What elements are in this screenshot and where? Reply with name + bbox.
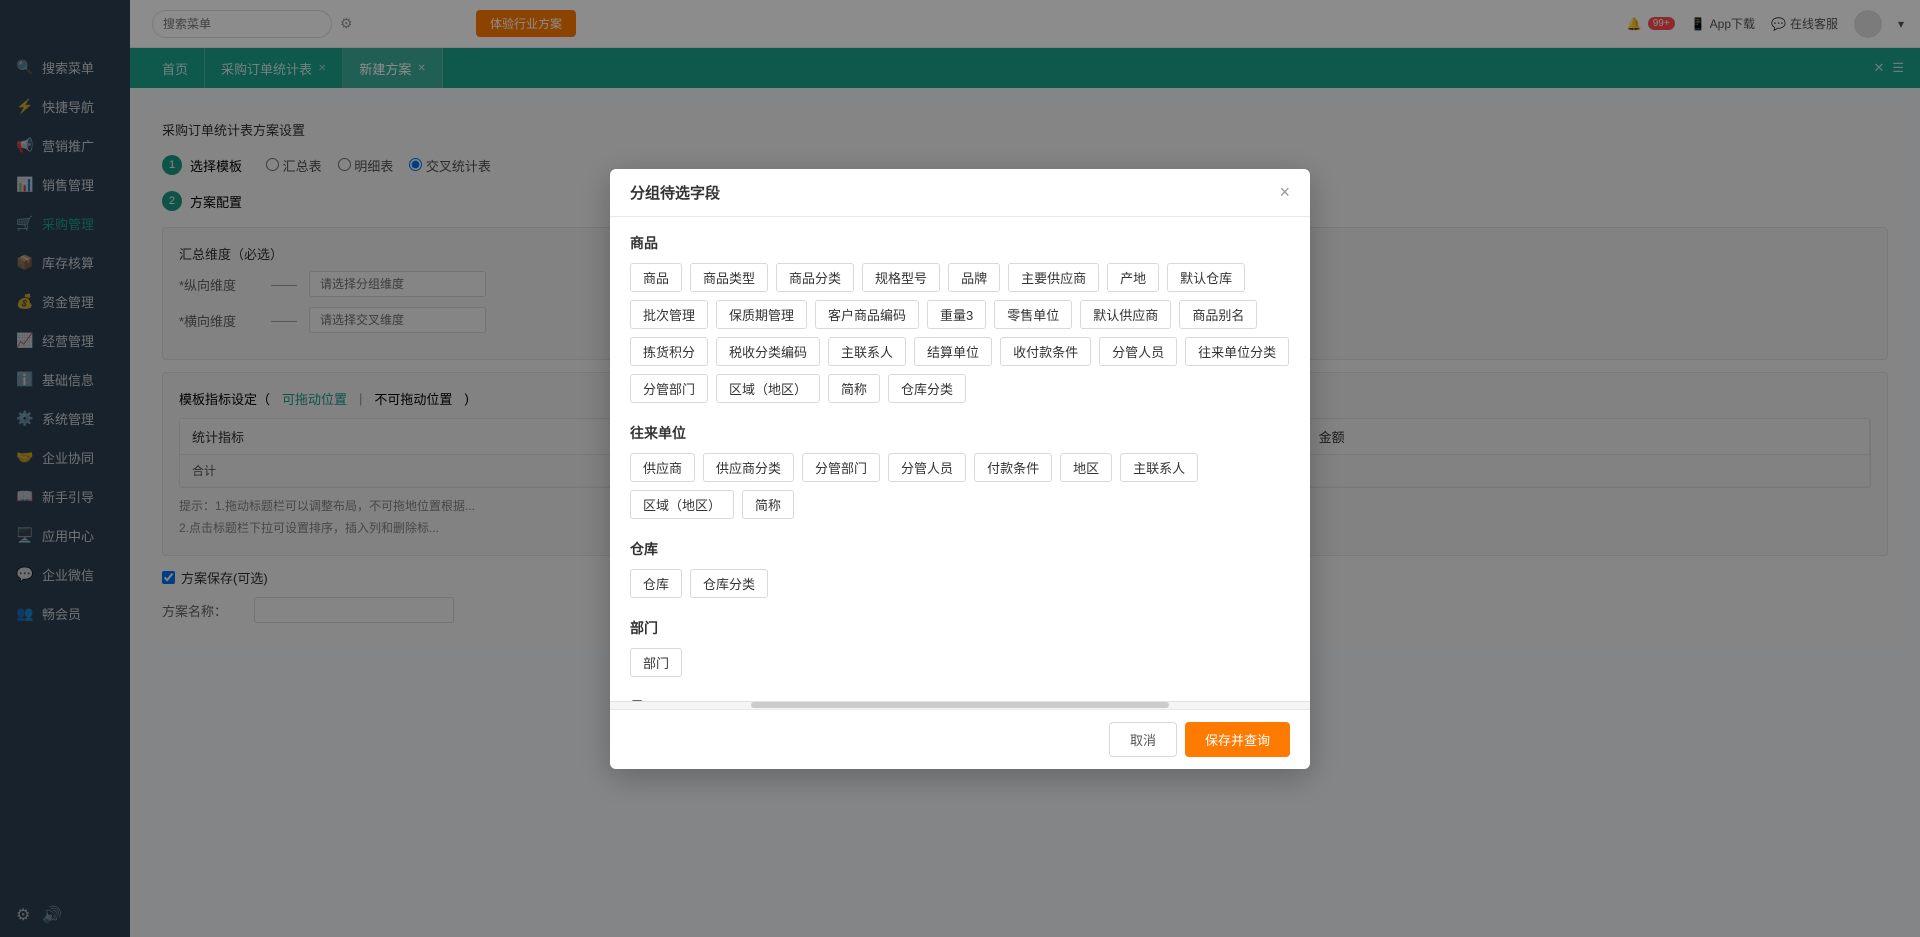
tag-product-17[interactable]: 主联系人 (828, 337, 906, 366)
tag-product-11[interactable]: 重量3 (927, 300, 986, 329)
tag-partner-6[interactable]: 主联系人 (1120, 453, 1198, 482)
tag-dept-0[interactable]: 部门 (630, 648, 682, 677)
tag-product-23[interactable]: 区域（地区） (716, 374, 820, 403)
tag-product-0[interactable]: 商品 (630, 263, 682, 292)
tag-product-4[interactable]: 品牌 (948, 263, 1000, 292)
tag-product-1[interactable]: 商品类型 (690, 263, 768, 292)
section-dept-title: 部门 (630, 618, 1290, 638)
tag-partner-8[interactable]: 简称 (742, 490, 794, 519)
tag-product-8[interactable]: 批次管理 (630, 300, 708, 329)
tag-partner-0[interactable]: 供应商 (630, 453, 695, 482)
section-partner: 往来单位 供应商 供应商分类 分管部门 分管人员 付款条件 地区 主联系人 区域… (630, 423, 1290, 519)
tag-product-22[interactable]: 分管部门 (630, 374, 708, 403)
cancel-button[interactable]: 取消 (1109, 722, 1177, 757)
tag-product-2[interactable]: 商品分类 (776, 263, 854, 292)
product-tags: 商品 商品类型 商品分类 规格型号 品牌 主要供应商 产地 默认仓库 批次管理 … (630, 263, 1290, 403)
tag-warehouse-0[interactable]: 仓库 (630, 569, 682, 598)
warehouse-tags: 仓库 仓库分类 (630, 569, 1290, 598)
tag-product-5[interactable]: 主要供应商 (1008, 263, 1099, 292)
tag-product-7[interactable]: 默认仓库 (1167, 263, 1245, 292)
partner-tags: 供应商 供应商分类 分管部门 分管人员 付款条件 地区 主联系人 区域（地区） … (630, 453, 1290, 519)
modal-overlay: 分组待选字段 × 商品 商品 商品类型 商品分类 规格型号 品牌 主要供应商 产… (0, 0, 1920, 937)
section-warehouse: 仓库 仓库 仓库分类 (630, 539, 1290, 598)
tag-product-15[interactable]: 拣货积分 (630, 337, 708, 366)
tag-product-16[interactable]: 税收分类编码 (716, 337, 820, 366)
tag-product-21[interactable]: 往来单位分类 (1185, 337, 1289, 366)
tag-partner-1[interactable]: 供应商分类 (703, 453, 794, 482)
section-warehouse-title: 仓库 (630, 539, 1290, 559)
tag-partner-3[interactable]: 分管人员 (888, 453, 966, 482)
tag-product-13[interactable]: 默认供应商 (1080, 300, 1171, 329)
tag-product-14[interactable]: 商品别名 (1179, 300, 1257, 329)
modal-header: 分组待选字段 × (610, 169, 1310, 217)
tag-product-20[interactable]: 分管人员 (1099, 337, 1177, 366)
section-product-title: 商品 (630, 233, 1290, 253)
modal-footer: 取消 保存并查询 (610, 709, 1310, 769)
tag-partner-5[interactable]: 地区 (1060, 453, 1112, 482)
section-partner-title: 往来单位 (630, 423, 1290, 443)
dept-tags: 部门 (630, 648, 1290, 677)
section-product: 商品 商品 商品类型 商品分类 规格型号 品牌 主要供应商 产地 默认仓库 批次… (630, 233, 1290, 403)
modal-title: 分组待选字段 (630, 182, 720, 203)
confirm-button[interactable]: 保存并查询 (1185, 722, 1290, 757)
tag-product-18[interactable]: 结算单位 (914, 337, 992, 366)
tag-product-9[interactable]: 保质期管理 (716, 300, 807, 329)
tag-product-3[interactable]: 规格型号 (862, 263, 940, 292)
tag-product-12[interactable]: 零售单位 (994, 300, 1072, 329)
horizontal-scrollbar[interactable] (610, 701, 1310, 708)
modal-close-btn[interactable]: × (1279, 182, 1290, 203)
tag-product-6[interactable]: 产地 (1107, 263, 1159, 292)
tag-product-10[interactable]: 客户商品编码 (815, 300, 919, 329)
tag-product-19[interactable]: 收付款条件 (1000, 337, 1091, 366)
tag-product-25[interactable]: 仓库分类 (888, 374, 966, 403)
tag-partner-2[interactable]: 分管部门 (802, 453, 880, 482)
tag-partner-7[interactable]: 区域（地区） (630, 490, 734, 519)
field-selection-modal: 分组待选字段 × 商品 商品 商品类型 商品分类 规格型号 品牌 主要供应商 产… (610, 169, 1310, 769)
tag-partner-4[interactable]: 付款条件 (974, 453, 1052, 482)
modal-body: 商品 商品 商品类型 商品分类 规格型号 品牌 主要供应商 产地 默认仓库 批次… (610, 217, 1310, 702)
tag-product-24[interactable]: 简称 (828, 374, 880, 403)
tag-warehouse-1[interactable]: 仓库分类 (690, 569, 768, 598)
section-dept: 部门 部门 (630, 618, 1290, 677)
